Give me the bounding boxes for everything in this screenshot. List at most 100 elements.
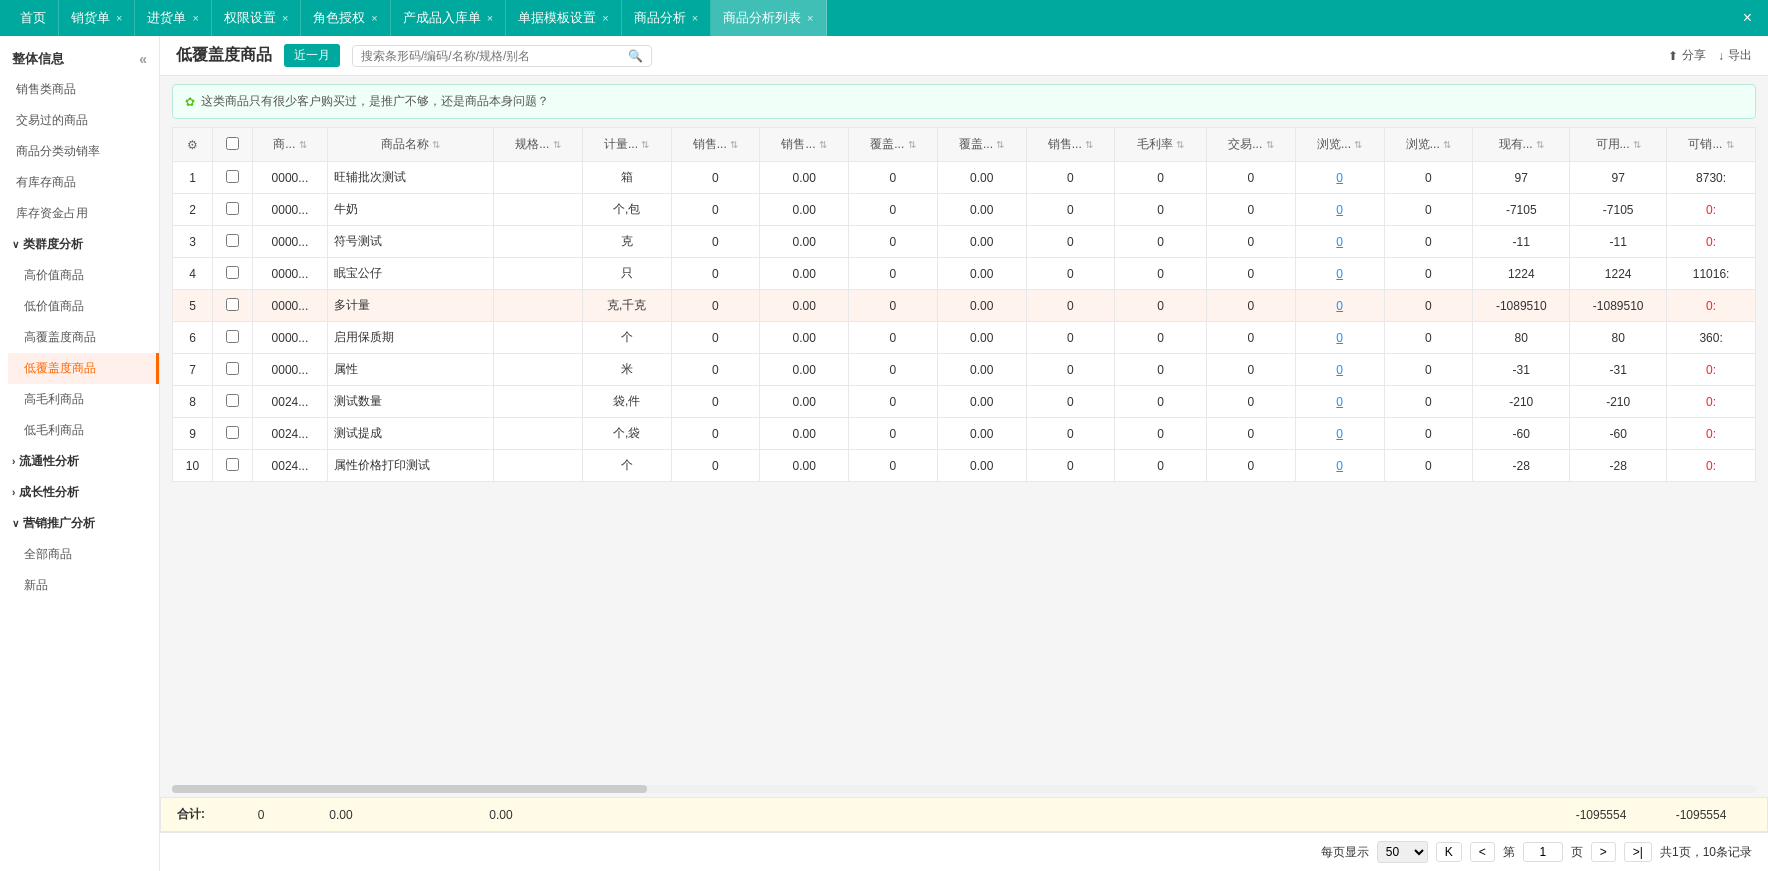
- sidebar-item-traded-goods[interactable]: 交易过的商品: [0, 105, 159, 136]
- close-icon[interactable]: ×: [807, 12, 813, 24]
- close-icon[interactable]: ×: [692, 12, 698, 24]
- sidebar-item-stocked-goods[interactable]: 有库存商品: [0, 167, 159, 198]
- nav-tab-home[interactable]: 首页: [8, 0, 59, 36]
- nav-tab-role[interactable]: 角色授权 ×: [301, 0, 390, 36]
- row-checkbox[interactable]: [213, 290, 253, 322]
- sidebar-section-marketing[interactable]: ∨ 营销推广分析: [0, 508, 159, 539]
- col-sales-qty[interactable]: 销售... ⇅: [671, 128, 760, 162]
- col-name[interactable]: 商品名称 ⇅: [328, 128, 494, 162]
- sidebar-section-growth[interactable]: › 成长性分析: [0, 477, 159, 508]
- row-select-checkbox[interactable]: [226, 394, 239, 407]
- close-icon[interactable]: ×: [192, 12, 198, 24]
- col-settings[interactable]: ⚙: [173, 128, 213, 162]
- search-input[interactable]: [361, 49, 628, 63]
- row-views1[interactable]: 0: [1295, 162, 1384, 194]
- col-spec[interactable]: 规格... ⇅: [494, 128, 583, 162]
- sidebar-item-stock-capital[interactable]: 库存资金占用: [0, 198, 159, 229]
- close-all-button[interactable]: ×: [1735, 9, 1760, 27]
- nav-tab-product-list[interactable]: 商品分析列表 ×: [711, 0, 826, 36]
- search-icon[interactable]: 🔍: [628, 49, 643, 63]
- next-page-button[interactable]: >: [1591, 842, 1616, 862]
- row-checkbox[interactable]: [213, 450, 253, 482]
- row-select-checkbox[interactable]: [226, 234, 239, 247]
- footer-sales-qty: 0: [221, 808, 301, 822]
- table-container[interactable]: ⚙ 商... ⇅ 商品名称 ⇅ 规格... ⇅ 计量... ⇅ 销售... ⇅ …: [172, 127, 1756, 777]
- sidebar-item-category-rate[interactable]: 商品分类动销率: [0, 136, 159, 167]
- close-icon[interactable]: ×: [602, 12, 608, 24]
- nav-tab-template[interactable]: 单据模板设置 ×: [506, 0, 621, 36]
- row-select-checkbox[interactable]: [226, 202, 239, 215]
- row-views1[interactable]: 0: [1295, 226, 1384, 258]
- prev-page-button[interactable]: <: [1470, 842, 1495, 862]
- col-unit[interactable]: 计量... ⇅: [582, 128, 671, 162]
- sidebar-item-sales-goods[interactable]: 销售类商品: [0, 74, 159, 105]
- row-views1[interactable]: 0: [1295, 194, 1384, 226]
- col-views1[interactable]: 浏览... ⇅: [1295, 128, 1384, 162]
- select-all-checkbox[interactable]: [226, 137, 239, 150]
- sidebar-collapse-button[interactable]: «: [139, 51, 147, 67]
- row-select-checkbox[interactable]: [226, 426, 239, 439]
- col-sales-amt[interactable]: 销售... ⇅: [760, 128, 849, 162]
- col-saleable[interactable]: 可销... ⇅: [1667, 128, 1756, 162]
- row-select-checkbox[interactable]: [226, 266, 239, 279]
- row-checkbox[interactable]: [213, 194, 253, 226]
- sidebar-section-group[interactable]: ∨ 类群度分析: [0, 229, 159, 260]
- row-checkbox[interactable]: [213, 226, 253, 258]
- row-select-checkbox[interactable]: [226, 362, 239, 375]
- sidebar-item-high-value[interactable]: 高价值商品: [8, 260, 159, 291]
- nav-tab-product-analysis[interactable]: 商品分析 ×: [622, 0, 711, 36]
- filter-recent-month-button[interactable]: 近一月: [284, 44, 340, 67]
- first-page-button[interactable]: K: [1436, 842, 1462, 862]
- export-button[interactable]: ↓ 导出: [1718, 47, 1752, 64]
- row-views1[interactable]: 0: [1295, 322, 1384, 354]
- row-views1[interactable]: 0: [1295, 386, 1384, 418]
- col-code[interactable]: 商... ⇅: [252, 128, 328, 162]
- horizontal-scrollbar[interactable]: [172, 785, 1756, 793]
- sidebar-item-new-goods[interactable]: 新品: [8, 570, 159, 601]
- col-available[interactable]: 可用... ⇅: [1570, 128, 1667, 162]
- sidebar-item-low-profit[interactable]: 低毛利商品: [8, 415, 159, 446]
- row-checkbox[interactable]: [213, 322, 253, 354]
- col-trade[interactable]: 交易... ⇅: [1207, 128, 1296, 162]
- col-cov2[interactable]: 覆盖... ⇅: [937, 128, 1026, 162]
- share-button[interactable]: ⬆ 分享: [1668, 47, 1706, 64]
- sidebar-section-circulation[interactable]: › 流通性分析: [0, 446, 159, 477]
- nav-tab-sales[interactable]: 销货单 ×: [59, 0, 135, 36]
- nav-tab-product-in[interactable]: 产成品入库单 ×: [391, 0, 506, 36]
- row-select-checkbox[interactable]: [226, 330, 239, 343]
- row-checkbox[interactable]: [213, 258, 253, 290]
- sidebar-item-high-profit[interactable]: 高毛利商品: [8, 384, 159, 415]
- row-views1[interactable]: 0: [1295, 258, 1384, 290]
- row-views1[interactable]: 0: [1295, 450, 1384, 482]
- row-checkbox[interactable]: [213, 354, 253, 386]
- col-sales-rate[interactable]: 销售... ⇅: [1026, 128, 1115, 162]
- sidebar-item-high-coverage[interactable]: 高覆盖度商品: [8, 322, 159, 353]
- row-checkbox[interactable]: [213, 162, 253, 194]
- nav-tab-permission[interactable]: 权限设置 ×: [212, 0, 301, 36]
- close-icon[interactable]: ×: [371, 12, 377, 24]
- row-checkbox[interactable]: [213, 418, 253, 450]
- sidebar-item-all-goods[interactable]: 全部商品: [8, 539, 159, 570]
- sidebar-item-low-coverage[interactable]: 低覆盖度商品: [8, 353, 159, 384]
- col-gross-rate[interactable]: 毛利率 ⇅: [1115, 128, 1207, 162]
- col-cov1[interactable]: 覆盖... ⇅: [849, 128, 938, 162]
- nav-tab-purchase[interactable]: 进货单 ×: [135, 0, 211, 36]
- col-views2[interactable]: 浏览... ⇅: [1384, 128, 1473, 162]
- scrollbar-thumb[interactable]: [172, 785, 647, 793]
- row-views1[interactable]: 0: [1295, 418, 1384, 450]
- close-icon[interactable]: ×: [282, 12, 288, 24]
- sidebar-item-low-value[interactable]: 低价值商品: [8, 291, 159, 322]
- page-size-select[interactable]: 50 100 200: [1377, 841, 1428, 863]
- col-current[interactable]: 现有... ⇅: [1473, 128, 1570, 162]
- row-select-checkbox[interactable]: [226, 458, 239, 471]
- row-select-checkbox[interactable]: [226, 170, 239, 183]
- row-select-checkbox[interactable]: [226, 298, 239, 311]
- close-icon[interactable]: ×: [116, 12, 122, 24]
- row-checkbox[interactable]: [213, 386, 253, 418]
- row-views1[interactable]: 0: [1295, 354, 1384, 386]
- last-page-button[interactable]: >|: [1624, 842, 1652, 862]
- row-views1[interactable]: 0: [1295, 290, 1384, 322]
- page-number-input[interactable]: [1523, 842, 1563, 862]
- settings-icon[interactable]: ⚙: [187, 138, 198, 152]
- close-icon[interactable]: ×: [487, 12, 493, 24]
